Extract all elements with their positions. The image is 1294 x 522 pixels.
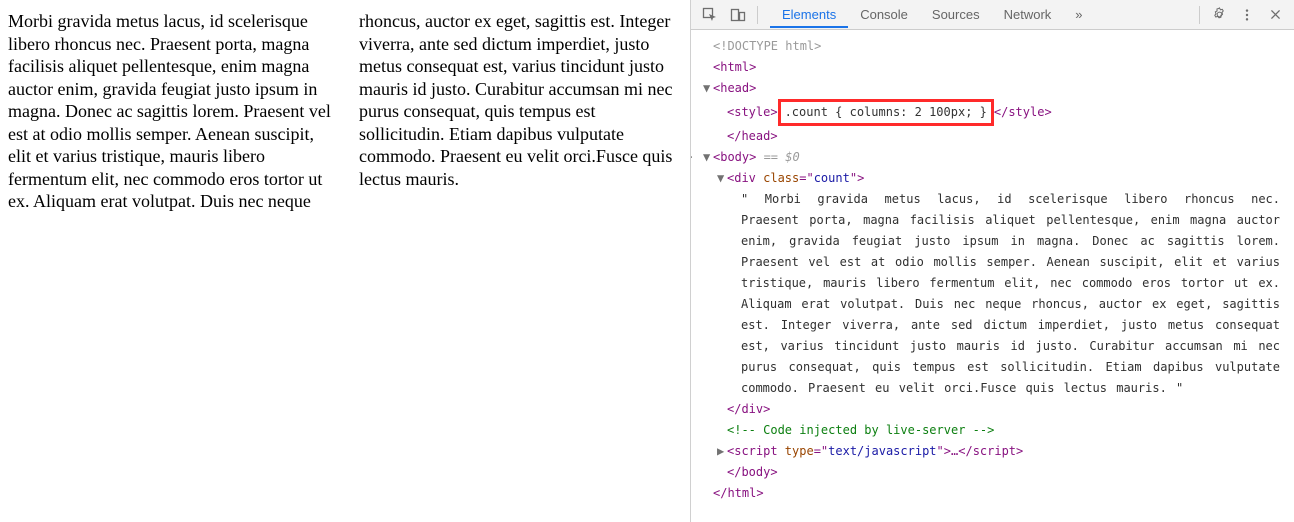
html-open-tag[interactable]: <html> (713, 60, 756, 74)
tab-sources[interactable]: Sources (920, 1, 992, 28)
device-toolbar-icon[interactable] (725, 2, 751, 28)
style-open-tag[interactable]: <style> (727, 105, 778, 119)
close-devtools-icon[interactable] (1262, 2, 1288, 28)
div-text-content[interactable]: " Morbi gravida metus lacus, id sceleris… (699, 189, 1290, 399)
expand-twisty-icon[interactable]: ▼ (703, 78, 713, 99)
head-open-tag[interactable]: <head> (713, 81, 756, 95)
style-close-tag[interactable]: </style> (994, 105, 1052, 119)
div-close-tag[interactable]: </div> (727, 402, 770, 416)
div-open-tag[interactable]: <div class="count"> (727, 171, 864, 185)
doctype-node[interactable]: <!DOCTYPE html> (713, 39, 821, 53)
body-open-tag[interactable]: <body> (713, 150, 756, 164)
script-tag[interactable]: <script type="text/javascript">…</script… (727, 444, 1023, 458)
tab-more[interactable]: » (1063, 1, 1094, 28)
kebab-menu-icon[interactable] (1234, 2, 1260, 28)
devtools-panel: Elements Console Sources Network » <!DOC… (690, 0, 1294, 522)
collapse-twisty-icon[interactable]: ▶ (717, 441, 727, 462)
inspect-element-icon[interactable] (697, 2, 723, 28)
expand-twisty-icon[interactable]: ▼ (703, 147, 713, 168)
tab-console[interactable]: Console (848, 1, 920, 28)
devtools-tabs: Elements Console Sources Network » (770, 1, 1095, 28)
content-paragraph: Morbi gravida metus lacus, id scelerisqu… (8, 10, 682, 213)
head-close-tag[interactable]: </head> (727, 129, 778, 143)
expand-twisty-icon[interactable]: ▼ (717, 168, 727, 189)
highlighted-style-rule[interactable]: .count { columns: 2 100px; } (778, 99, 994, 126)
page-content: Morbi gravida metus lacus, id scelerisqu… (0, 0, 690, 522)
divider (1199, 6, 1200, 24)
devtools-toolbar: Elements Console Sources Network » (691, 0, 1294, 30)
comment-node[interactable]: <!-- Code injected by live-server --> (727, 423, 994, 437)
selected-node-marker: == $0 (756, 150, 799, 164)
elements-tree[interactable]: <!DOCTYPE html> <html> ▼<head> <style>.c… (691, 30, 1294, 522)
tab-network[interactable]: Network (992, 1, 1064, 28)
body-close-tag[interactable]: </body> (727, 465, 778, 479)
settings-gear-icon[interactable] (1206, 2, 1232, 28)
tab-elements[interactable]: Elements (770, 1, 848, 28)
html-close-tag[interactable]: </html> (713, 486, 764, 500)
divider (757, 6, 758, 24)
